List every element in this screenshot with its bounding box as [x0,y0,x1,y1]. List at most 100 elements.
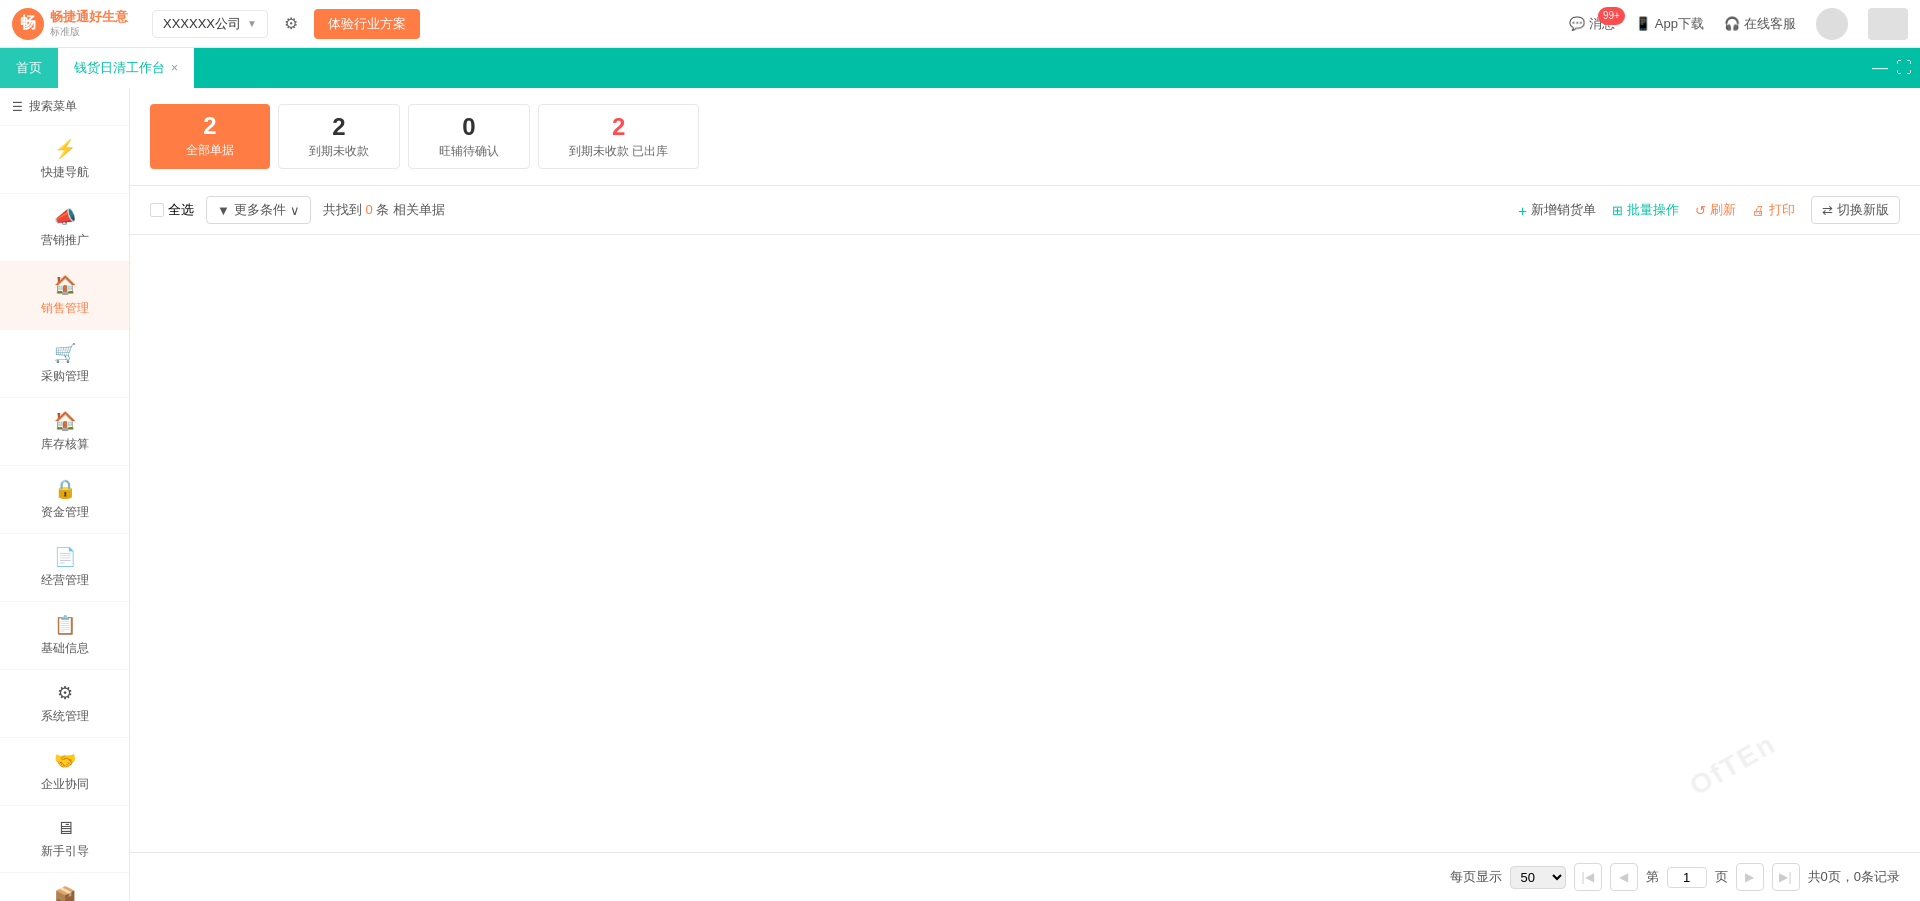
sidebar-item-inventory[interactable]: 🏠 库存核算 [0,398,129,466]
sidebar-item-guide[interactable]: 🖥 新手引导 [0,806,129,873]
operation-label: 经营管理 [41,572,89,589]
message-icon: 💬 [1569,16,1585,31]
marketing-label: 营销推广 [41,232,89,249]
toolbar: 全选 ▼ 更多条件 ∨ 共找到 0 条 相关单据 + 新增销货单 ⊞ [130,186,1920,235]
guide-icon: 🖥 [56,818,74,839]
online-service-icon: 🎧 [1724,16,1740,31]
select-all-checkbox[interactable]: 全选 [150,201,194,219]
inventory-icon: 🏠 [54,410,76,432]
prev-page-btn[interactable]: ◀ [1610,863,1638,891]
card-shipped-number: 2 [612,113,625,141]
sidebar-item-basic-info[interactable]: 📋 基础信息 [0,602,129,670]
basic-info-icon: 📋 [54,614,76,636]
card-shipped[interactable]: 2 到期未收款 已出库 [538,104,699,169]
app-center-icon: 📦 [54,885,76,901]
filter-icon: ▼ [217,203,230,218]
app-download-item[interactable]: 📱 App下载 [1635,15,1704,33]
sidebar-item-purchase[interactable]: 🛒 采购管理 [0,330,129,398]
card-all-label: 全部单据 [186,142,234,159]
new-sale-button[interactable]: + 新增销货单 [1518,201,1596,219]
new-sale-label: 新增销货单 [1531,201,1596,219]
filter-arrow-icon: ∨ [290,203,300,218]
sidebar-item-sales[interactable]: 🏠 销售管理 [0,262,129,330]
card-overdue-number: 2 [332,113,345,141]
tab-active-label: 钱货日清工作台 [74,59,165,77]
filter-label: 更多条件 [234,201,286,219]
avatar[interactable] [1816,8,1848,40]
tab-maximize-icon[interactable]: ⛶ [1896,59,1912,77]
basic-info-label: 基础信息 [41,640,89,657]
page-unit: 页 [1715,868,1728,886]
sidebar-item-finance[interactable]: 🔒 资金管理 [0,466,129,534]
company-name: XXXXXX公司 [163,15,241,33]
sidebar-search[interactable]: ☰ 搜索菜单 [0,88,129,126]
refresh-button[interactable]: ↺ 刷新 [1695,201,1736,219]
card-overdue[interactable]: 2 到期未收款 [278,104,400,169]
new-sale-plus-icon: + [1518,202,1527,219]
operation-icon: 📄 [54,546,76,568]
sidebar-item-quick-nav[interactable]: ⚡ 快捷导航 [0,126,129,194]
tab-home[interactable]: 首页 [0,48,58,88]
cooperation-label: 企业协同 [41,776,89,793]
select-all-label: 全选 [168,201,194,219]
inventory-label: 库存核算 [41,436,89,453]
card-all[interactable]: 2 全部单据 [150,104,270,169]
result-count: 0 [366,202,373,217]
search-icon: ☰ [12,100,23,114]
sidebar-item-operation[interactable]: 📄 经营管理 [0,534,129,602]
tab-minimize-icon[interactable]: — [1872,59,1888,77]
quick-nav-label: 快捷导航 [41,164,89,181]
card-pending-label: 旺辅待确认 [439,143,499,160]
print-button[interactable]: 🖨 打印 [1752,201,1795,219]
per-page-select[interactable]: 50 20 100 [1510,866,1566,889]
card-pending[interactable]: 0 旺辅待确认 [408,104,530,169]
user-menu[interactable] [1868,8,1908,40]
sidebar-item-cooperation[interactable]: 🤝 企业协同 [0,738,129,806]
refresh-label: 刷新 [1710,201,1736,219]
next-page-btn[interactable]: ▶ [1736,863,1764,891]
sidebar-item-marketing[interactable]: 📣 营销推广 [0,194,129,262]
summary-cards: 2 全部单据 2 到期未收款 0 旺辅待确认 2 到期未收款 已出库 [130,88,1920,186]
result-prefix: 共找到 [323,202,362,217]
system-label: 系统管理 [41,708,89,725]
purchase-icon: 🛒 [54,342,76,364]
experience-button[interactable]: 体验行业方案 [314,9,420,39]
card-overdue-label: 到期未收款 [309,143,369,160]
batch-op-button[interactable]: ⊞ 批量操作 [1612,201,1679,219]
result-suffix: 相关单据 [393,202,445,217]
company-selector[interactable]: XXXXXX公司 ▼ [152,10,268,38]
switch-icon: ⇄ [1822,203,1833,218]
sales-icon: 🏠 [54,274,76,296]
sidebar-item-system[interactable]: ⚙ 系统管理 [0,670,129,738]
guide-label: 新手引导 [41,843,89,860]
per-page-label: 每页显示 [1450,868,1502,886]
switch-button[interactable]: ⇄ 切换新版 [1811,196,1900,224]
tab-active[interactable]: 钱货日清工作台 × [58,48,194,88]
top-header: 畅 畅捷通好生意 标准版 XXXXXX公司 ▼ ⚙ 体验行业方案 💬 消息 99… [0,0,1920,48]
app-download-icon: 📱 [1635,16,1651,31]
checkbox-input[interactable] [150,203,164,217]
online-service-item[interactable]: 🎧 在线客服 [1724,15,1796,33]
message-item[interactable]: 💬 消息 99+ [1569,15,1615,33]
print-icon: 🖨 [1752,203,1765,218]
app-download-label: App下载 [1655,15,1704,33]
finance-icon: 🔒 [54,478,76,500]
sidebar-item-app-center[interactable]: 📦 应用中心 [0,873,129,901]
last-page-btn[interactable]: ▶| [1772,863,1800,891]
page-input[interactable] [1667,867,1707,888]
result-text: 共找到 0 条 相关单据 [323,201,445,219]
switch-label: 切换新版 [1837,201,1889,219]
card-all-number: 2 [203,112,216,140]
purchase-label: 采购管理 [41,368,89,385]
tab-home-label: 首页 [16,59,42,77]
refresh-icon: ↺ [1695,203,1706,218]
settings-icon[interactable]: ⚙ [276,9,306,39]
tab-close-icon[interactable]: × [171,61,178,75]
print-label: 打印 [1769,201,1795,219]
filter-button[interactable]: ▼ 更多条件 ∨ [206,196,311,224]
logo-main-title: 畅捷通好生意 [50,9,128,26]
first-page-btn[interactable]: |◀ [1574,863,1602,891]
logo-sub-title: 标准版 [50,25,128,38]
system-icon: ⚙ [57,682,73,704]
tab-bar-right: — ⛶ [1872,59,1920,77]
